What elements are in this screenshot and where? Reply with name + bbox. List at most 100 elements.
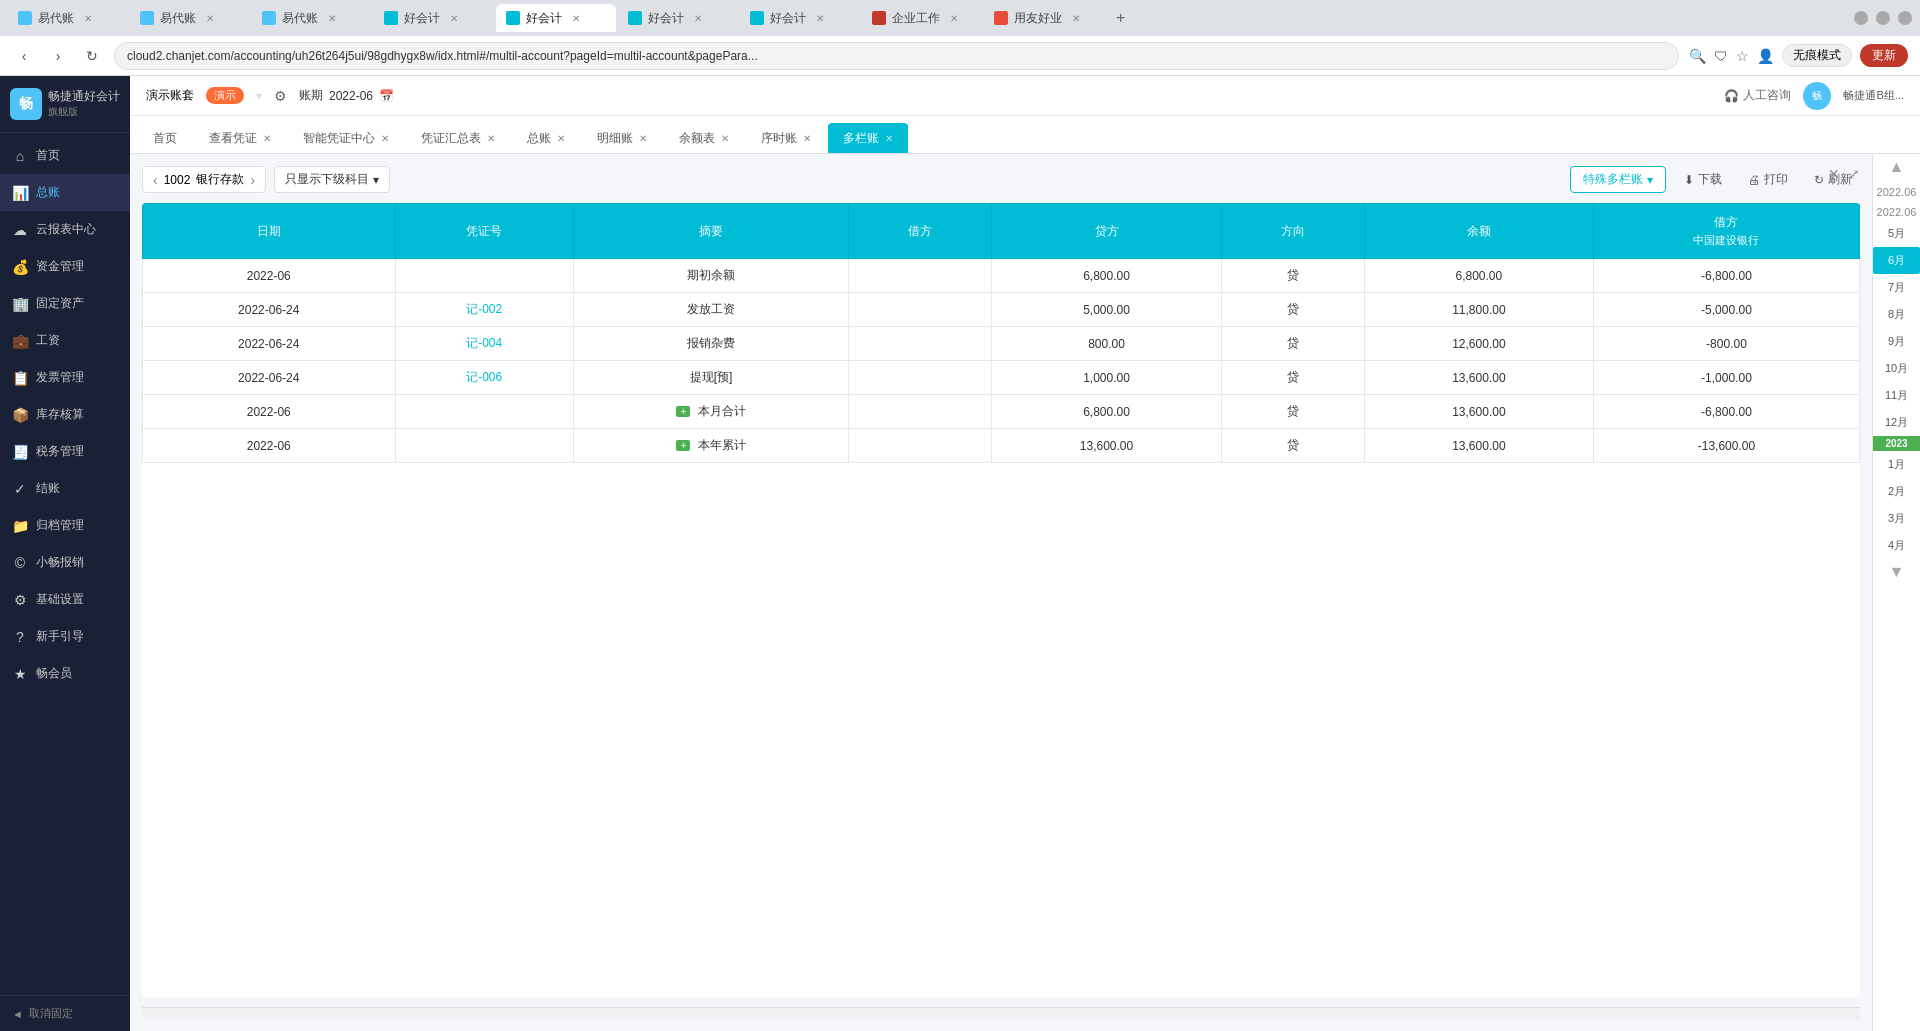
sidebar-item-payroll[interactable]: 💼 工资 (0, 322, 130, 359)
tab-close-8[interactable]: ✕ (950, 13, 958, 24)
month-item-2023-2[interactable]: 2月 (1873, 478, 1920, 505)
tab-close-3[interactable]: ✕ (328, 13, 336, 24)
forward-button[interactable]: › (46, 44, 70, 68)
user-avatar[interactable]: 畅 (1803, 82, 1831, 110)
sidebar-item-settings[interactable]: ⚙ 基础设置 (0, 581, 130, 618)
horizontal-scrollbar[interactable] (142, 1007, 1860, 1019)
tab-voucher-summary-close[interactable]: ✕ (487, 133, 495, 144)
minimize-button[interactable] (1854, 11, 1868, 25)
tab-close-1[interactable]: ✕ (84, 13, 92, 24)
browser-tab-6[interactable]: 好会计 ✕ (618, 4, 738, 32)
expand-panel-icon[interactable]: ⤢ (1848, 166, 1860, 182)
month-panel-down-arrow[interactable]: ▼ (1889, 559, 1905, 585)
voucher-link-3[interactable]: 记-006 (466, 370, 502, 384)
tab-view-voucher[interactable]: 查看凭证 ✕ (194, 123, 286, 153)
filter-dropdown[interactable]: 只显示下级科目 ▾ (274, 166, 390, 193)
sidebar-item-settle[interactable]: ✓ 结账 (0, 470, 130, 507)
profile-icon[interactable]: 👤 (1757, 48, 1774, 64)
close-button[interactable] (1898, 11, 1912, 25)
browser-tab-5[interactable]: 好会计 ✕ (496, 4, 616, 32)
browser-tab-4[interactable]: 好会计 ✕ (374, 4, 494, 32)
month-item-12[interactable]: 12月 (1873, 409, 1920, 436)
tab-smart-voucher-close[interactable]: ✕ (381, 133, 389, 144)
main-content: 演示账套 演示 ▾ ⚙ 账期 2022-06 📅 🎧 人工咨询 畅 畅捷通B组.… (130, 76, 1920, 1031)
month-item-2023-4[interactable]: 4月 (1873, 532, 1920, 559)
tab-home[interactable]: 首页 (138, 123, 192, 153)
sidebar-item-ledger[interactable]: 📊 总账 (0, 174, 130, 211)
tab-smart-voucher[interactable]: 智能凭证中心 ✕ (288, 123, 404, 153)
tab-close-5[interactable]: ✕ (572, 13, 580, 24)
month-item-9[interactable]: 9月 (1873, 328, 1920, 355)
month-panel-up-arrow[interactable]: ▲ (1889, 154, 1905, 180)
voucher-link-2[interactable]: 记-004 (466, 336, 502, 350)
month-item-2023-3[interactable]: 3月 (1873, 505, 1920, 532)
month-item-5[interactable]: 5月 (1873, 220, 1920, 247)
tab-close-7[interactable]: ✕ (816, 13, 824, 24)
browser-tab-2[interactable]: 易代账 ✕ (130, 4, 250, 32)
update-button[interactable]: 更新 (1860, 44, 1908, 67)
sidebar-item-expense[interactable]: © 小畅报销 (0, 544, 130, 581)
tab-close-9[interactable]: ✕ (1072, 13, 1080, 24)
account-next-button[interactable]: › (250, 172, 255, 188)
browser-tab-7[interactable]: 好会计 ✕ (740, 4, 860, 32)
browser-tab-8[interactable]: 企业工作 ✕ (862, 4, 982, 32)
sidebar-item-invoice[interactable]: 📋 发票管理 (0, 359, 130, 396)
voucher-link-1[interactable]: 记-002 (466, 302, 502, 316)
sidebar-item-guide[interactable]: ? 新手引导 (0, 618, 130, 655)
table-row: 2022-06 + 本月合计 6,800.00 贷 13,600.00 (143, 395, 1860, 429)
special-multicolumn-button[interactable]: 特殊多栏账 ▾ (1570, 166, 1666, 193)
reload-button[interactable]: ↻ (80, 44, 104, 68)
calendar-icon[interactable]: 📅 (379, 89, 394, 103)
td-voucher-1[interactable]: 记-002 (395, 293, 573, 327)
consult-button[interactable]: 🎧 人工咨询 (1724, 87, 1791, 104)
browser-tab-1[interactable]: 易代账 ✕ (8, 4, 128, 32)
browser-tab-9[interactable]: 用友好业 ✕ (984, 4, 1104, 32)
tab-detail-ledger[interactable]: 明细账 ✕ (582, 123, 662, 153)
month-item-10[interactable]: 10月 (1873, 355, 1920, 382)
sidebar-item-fund[interactable]: 💰 资金管理 (0, 248, 130, 285)
tab-sequence-ledger[interactable]: 序时账 ✕ (746, 123, 826, 153)
download-button[interactable]: ⬇ 下载 (1676, 167, 1730, 192)
tab-close-6[interactable]: ✕ (694, 13, 702, 24)
account-prev-button[interactable]: ‹ (153, 172, 158, 188)
sidebar-item-archive[interactable]: 📁 归档管理 (0, 507, 130, 544)
tab-multi-column[interactable]: 多栏账 ✕ (828, 123, 908, 153)
maximize-button[interactable] (1876, 11, 1890, 25)
star-icon[interactable]: ☆ (1736, 48, 1749, 64)
sidebar-item-fixed-asset[interactable]: 🏢 固定资产 (0, 285, 130, 322)
browser-tab-3[interactable]: 易代账 ✕ (252, 4, 372, 32)
td-voucher-2[interactable]: 记-004 (395, 327, 573, 361)
tab-balance-close[interactable]: ✕ (721, 133, 729, 144)
sidebar-unpin-button[interactable]: ◄ 取消固定 (0, 995, 130, 1031)
print-button[interactable]: 🖨 打印 (1740, 167, 1796, 192)
tab-multi-column-close[interactable]: ✕ (885, 133, 893, 144)
sidebar-item-inventory[interactable]: 📦 库存核算 (0, 396, 130, 433)
month-item-11[interactable]: 11月 (1873, 382, 1920, 409)
tab-detail-ledger-close[interactable]: ✕ (639, 133, 647, 144)
tab-sequence-ledger-close[interactable]: ✕ (803, 133, 811, 144)
month-item-8[interactable]: 8月 (1873, 301, 1920, 328)
back-button[interactable]: ‹ (12, 44, 36, 68)
month-item-6[interactable]: 6月 (1873, 247, 1920, 274)
sidebar-item-membership[interactable]: ★ 畅会员 (0, 655, 130, 692)
tab-general-ledger-close[interactable]: ✕ (557, 133, 565, 144)
month-item-2023-1[interactable]: 1月 (1873, 451, 1920, 478)
tab-close-4[interactable]: ✕ (450, 13, 458, 24)
tab-view-voucher-close[interactable]: ✕ (263, 133, 271, 144)
sidebar-item-tax[interactable]: 🧾 税务管理 (0, 433, 130, 470)
sidebar-item-cloud-report[interactable]: ☁ 云报表中心 (0, 211, 130, 248)
td-voucher-3[interactable]: 记-006 (395, 361, 573, 395)
shield-icon[interactable]: 🛡 (1714, 48, 1728, 64)
sidebar-item-home[interactable]: ⌂ 首页 (0, 137, 130, 174)
url-input[interactable] (114, 42, 1679, 70)
new-tab-button[interactable]: + (1106, 9, 1135, 27)
tab-voucher-summary[interactable]: 凭证汇总表 ✕ (406, 123, 510, 153)
search-icon[interactable]: 🔍 (1689, 48, 1706, 64)
tab-close-2[interactable]: ✕ (206, 13, 214, 24)
month-item-7[interactable]: 7月 (1873, 274, 1920, 301)
tab-balance[interactable]: 余额表 ✕ (664, 123, 744, 153)
close-panel-icon[interactable]: ✕ (1828, 166, 1840, 182)
settings-gear-icon[interactable]: ⚙ (274, 88, 287, 104)
tab-general-ledger[interactable]: 总账 ✕ (512, 123, 580, 153)
incognito-button[interactable]: 无痕模式 (1782, 44, 1852, 67)
